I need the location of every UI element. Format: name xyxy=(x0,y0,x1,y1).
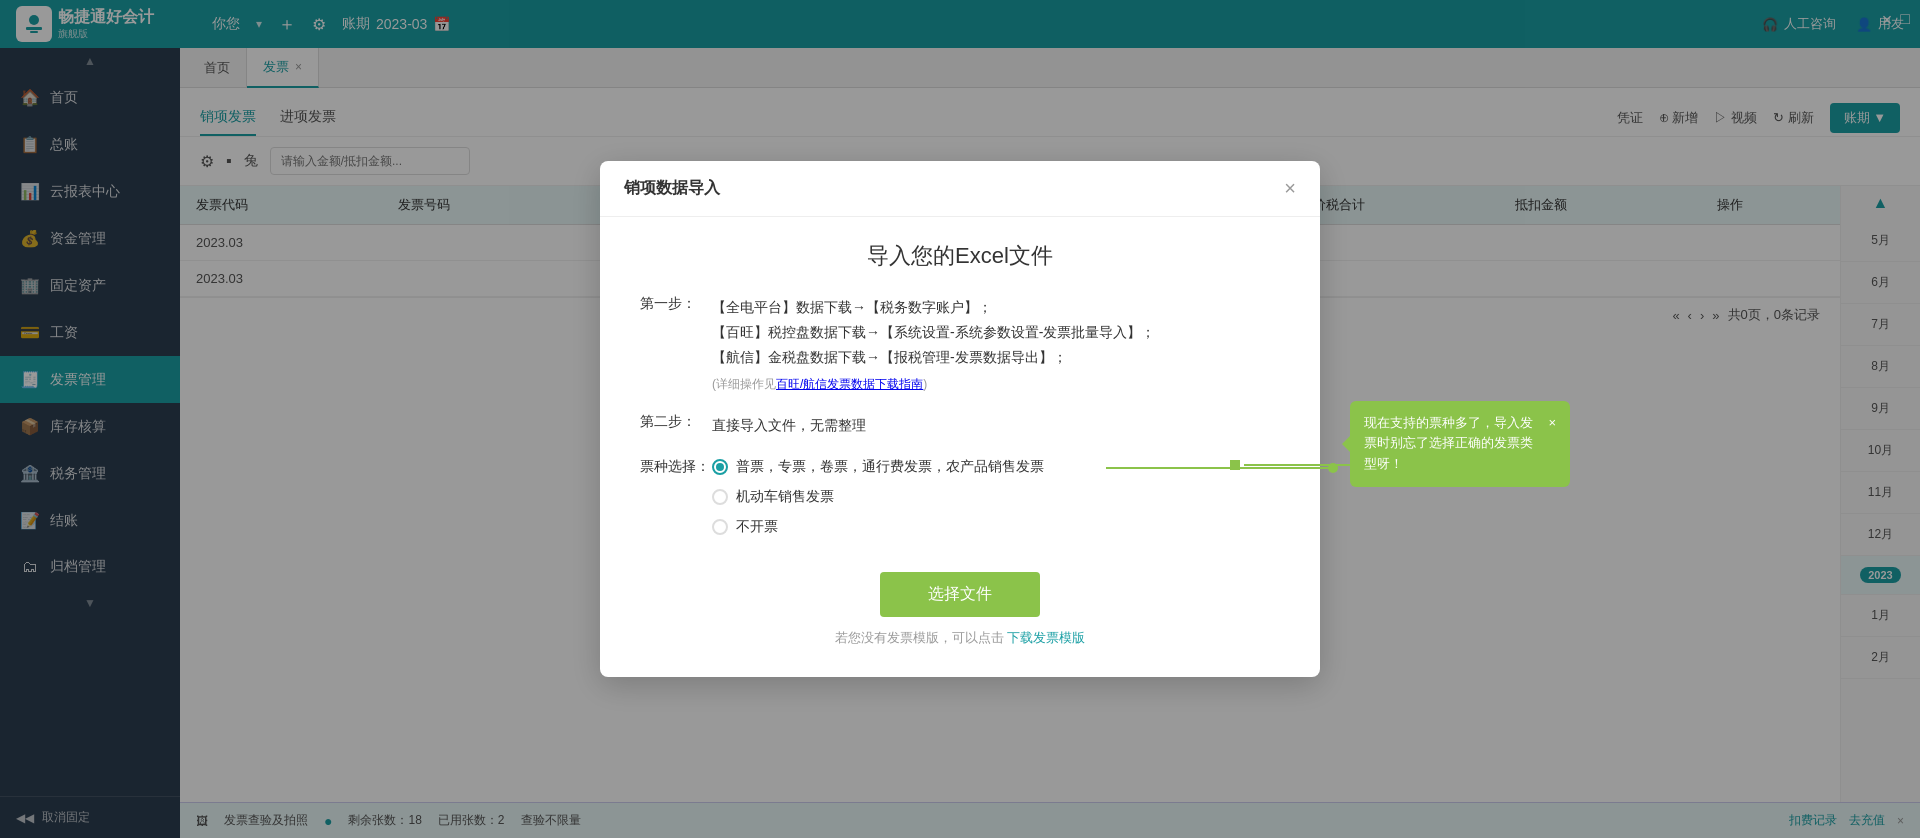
download-template-link[interactable]: 下载发票模版 xyxy=(1007,630,1085,645)
download-guide-link[interactable]: 百旺/航信发票数据下载指南 xyxy=(776,377,923,391)
ticket-label: 票种选择： xyxy=(640,458,712,548)
step2-label: 第二步： xyxy=(640,413,700,438)
ticket-option-3[interactable]: 不开票 xyxy=(712,518,1044,536)
modal-close-button[interactable]: × xyxy=(1284,177,1296,200)
modal-title: 销项数据导入 xyxy=(624,178,720,199)
ticket-radio-group: 普票，专票，卷票，通行费发票，农产品销售发票 机动车销售发票 xyxy=(712,458,1044,548)
ticket-selection: 票种选择： 普票，专票，卷票，通行费发票，农产品销售发票 xyxy=(640,458,1280,548)
ticket-option-2[interactable]: 机动车销售发票 xyxy=(712,488,1044,506)
tooltip-line xyxy=(1106,467,1338,469)
step1-row: 第一步： 【全电平台】数据下载→【税务数字账户】； 【百旺】税控盘数据下载→【系… xyxy=(640,295,1280,371)
step2-content: 直接导入文件，无需整理 xyxy=(712,413,866,438)
tooltip-bubble: 现在支持的票种多了，导入发票时别忘了选择正确的发票类型呀！ × xyxy=(1350,401,1570,487)
modal-step2: 第二步： 直接导入文件，无需整理 xyxy=(640,413,1280,438)
modal-step1: 第一步： 【全电平台】数据下载→【税务数字账户】； 【百旺】税控盘数据下载→【系… xyxy=(640,295,1280,394)
step2-row: 第二步： 直接导入文件，无需整理 xyxy=(640,413,1280,438)
radio-1-icon xyxy=(712,459,728,475)
modal-btn-row: 选择文件 xyxy=(640,572,1280,617)
modal-header: 销项数据导入 × xyxy=(600,161,1320,217)
modal-body: 导入您的Excel文件 第一步： 【全电平台】数据下载→【税务数字账户】； 【百… xyxy=(600,217,1320,678)
modal-footer-note: 若您没有发票模版，可以点击 下载发票模版 xyxy=(640,629,1280,647)
tooltip-close-button[interactable]: × xyxy=(1548,413,1556,434)
radio-2-icon xyxy=(712,489,728,505)
radio-3-icon xyxy=(712,519,728,535)
step1-content: 【全电平台】数据下载→【税务数字账户】； 【百旺】税控盘数据下载→【系统设置-系… xyxy=(712,295,1155,371)
select-file-button[interactable]: 选择文件 xyxy=(880,572,1040,617)
import-modal: 销项数据导入 × 导入您的Excel文件 第一步： 【全电平台】数据下载→【税务… xyxy=(600,161,1320,678)
modal-overlay: 销项数据导入 × 导入您的Excel文件 第一步： 【全电平台】数据下载→【税务… xyxy=(0,0,1920,838)
step1-note: (详细操作见百旺/航信发票数据下载指南) xyxy=(712,376,1280,393)
tooltip-connector xyxy=(1230,460,1364,470)
tooltip-arrow xyxy=(1342,436,1350,452)
ticket-option-1[interactable]: 普票，专票，卷票，通行费发票，农产品销售发票 xyxy=(712,458,1044,476)
step1-label: 第一步： xyxy=(640,295,700,371)
modal-main-title: 导入您的Excel文件 xyxy=(640,241,1280,271)
